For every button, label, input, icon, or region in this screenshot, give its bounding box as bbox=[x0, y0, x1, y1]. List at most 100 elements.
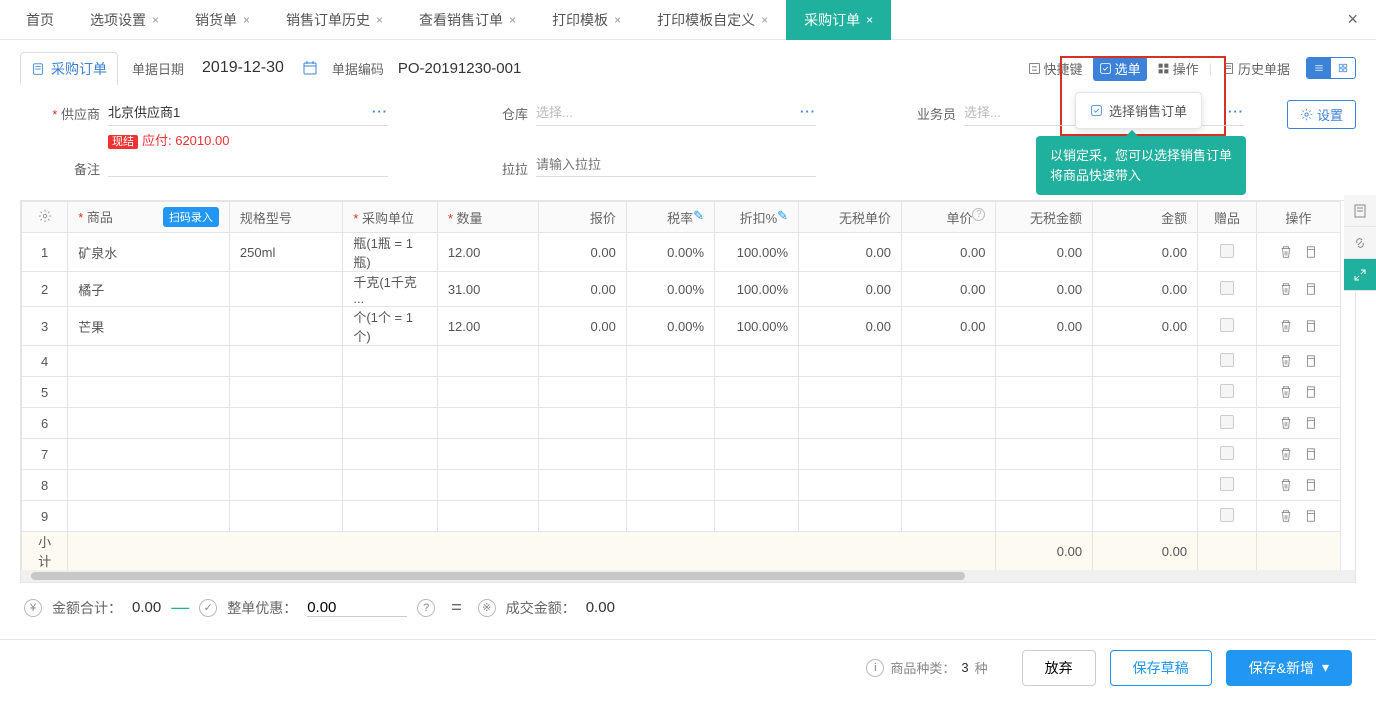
scan-tag[interactable]: 扫码录入 bbox=[163, 207, 219, 227]
settle-badge: 现结 bbox=[108, 135, 138, 149]
close-icon[interactable]: × bbox=[866, 13, 873, 27]
col-op: 操作 bbox=[1256, 202, 1340, 233]
delete-icon[interactable] bbox=[1279, 319, 1293, 333]
delete-icon[interactable] bbox=[1279, 509, 1293, 523]
copy-icon[interactable] bbox=[1303, 354, 1317, 368]
table-row[interactable]: 5 bbox=[22, 377, 1341, 408]
copy-icon[interactable] bbox=[1303, 509, 1317, 523]
side-note-icon[interactable] bbox=[1344, 195, 1376, 227]
copy-icon[interactable] bbox=[1303, 447, 1317, 461]
calendar-icon[interactable] bbox=[302, 60, 318, 76]
edit-icon[interactable]: ✎ bbox=[777, 208, 788, 224]
gift-checkbox[interactable] bbox=[1220, 353, 1234, 367]
gift-checkbox[interactable] bbox=[1220, 477, 1234, 491]
table-row[interactable]: 4 bbox=[22, 346, 1341, 377]
table-row[interactable]: 8 bbox=[22, 470, 1341, 501]
table-row[interactable]: 3芒果个(1个 = 1个)12.000.000.00%100.00%0.000.… bbox=[22, 307, 1341, 346]
gear-header[interactable] bbox=[22, 202, 68, 233]
operation-link[interactable]: 操作 bbox=[1151, 56, 1205, 81]
copy-icon[interactable] bbox=[1303, 385, 1317, 399]
extra-input[interactable] bbox=[536, 155, 816, 177]
side-link-icon[interactable] bbox=[1344, 227, 1376, 259]
date-input[interactable]: 2019-12-30 bbox=[198, 57, 288, 80]
close-icon[interactable]: × bbox=[243, 13, 250, 27]
date-label: 单据日期 bbox=[132, 59, 184, 78]
warehouse-input[interactable]: 选择... ··· bbox=[536, 100, 816, 126]
remark-input[interactable] bbox=[108, 155, 388, 177]
delete-icon[interactable] bbox=[1279, 354, 1293, 368]
gift-checkbox[interactable] bbox=[1220, 384, 1234, 398]
gift-checkbox[interactable] bbox=[1220, 244, 1234, 258]
more-icon[interactable]: ··· bbox=[372, 104, 388, 119]
copy-icon[interactable] bbox=[1303, 282, 1317, 296]
delete-icon[interactable] bbox=[1279, 478, 1293, 492]
col-qty: 数量 bbox=[437, 202, 538, 233]
discount-input[interactable] bbox=[307, 599, 407, 617]
delete-icon[interactable] bbox=[1279, 385, 1293, 399]
more-icon[interactable]: ··· bbox=[800, 104, 816, 119]
copy-icon[interactable] bbox=[1303, 245, 1317, 259]
gift-checkbox[interactable] bbox=[1220, 281, 1234, 295]
gift-checkbox[interactable] bbox=[1220, 508, 1234, 522]
salesman-label: 业务员 bbox=[896, 100, 956, 123]
settings-button[interactable]: 设置 bbox=[1287, 100, 1356, 129]
doc-type-tab[interactable]: 采购订单 bbox=[20, 52, 118, 85]
tab-sales-bill[interactable]: 销货单× bbox=[177, 0, 268, 40]
table-row[interactable]: 9 bbox=[22, 501, 1341, 532]
shortcut-link[interactable]: 快捷键 bbox=[1022, 56, 1089, 81]
table-row[interactable]: 1矿泉水250ml瓶(1瓶 = 1瓶)12.000.000.00%100.00%… bbox=[22, 233, 1341, 272]
col-notax-price: 无税单价 bbox=[799, 202, 902, 233]
side-expand-icon[interactable] bbox=[1344, 259, 1376, 291]
gear-icon bbox=[38, 209, 52, 223]
info-icon[interactable]: ? bbox=[417, 599, 435, 617]
close-all-icon[interactable]: × bbox=[1337, 9, 1368, 30]
tab-view-sales[interactable]: 查看销售订单× bbox=[401, 0, 534, 40]
copy-icon[interactable] bbox=[1303, 416, 1317, 430]
gift-checkbox[interactable] bbox=[1220, 318, 1234, 332]
deal-value: 0.00 bbox=[586, 599, 615, 616]
chevron-down-icon[interactable]: ▾ bbox=[1322, 659, 1329, 676]
select-order-link[interactable]: 选单 bbox=[1093, 56, 1147, 81]
tab-purchase-order[interactable]: 采购订单× bbox=[786, 0, 891, 40]
table-row[interactable]: 2橘子千克(1千克 ...31.000.000.00%100.00%0.000.… bbox=[22, 272, 1341, 307]
close-icon[interactable]: × bbox=[614, 13, 621, 27]
table-row[interactable]: 6 bbox=[22, 408, 1341, 439]
tab-print-tpl[interactable]: 打印模板× bbox=[534, 0, 639, 40]
edit-icon[interactable]: ✎ bbox=[693, 208, 704, 224]
table-row[interactable]: 7 bbox=[22, 439, 1341, 470]
tab-sales-history[interactable]: 销售订单历史× bbox=[268, 0, 401, 40]
save-draft-button[interactable]: 保存草稿 bbox=[1110, 650, 1212, 686]
delete-icon[interactable] bbox=[1279, 282, 1293, 296]
horizontal-scrollbar[interactable] bbox=[21, 570, 1355, 582]
tab-print-tpl-custom[interactable]: 打印模板自定义× bbox=[639, 0, 786, 40]
close-icon[interactable]: × bbox=[509, 13, 516, 27]
tab-home[interactable]: 首页 bbox=[8, 0, 72, 40]
delete-icon[interactable] bbox=[1279, 447, 1293, 461]
history-link[interactable]: 历史单据 bbox=[1216, 56, 1296, 81]
supplier-input[interactable]: 北京供应商1 ··· bbox=[108, 100, 388, 126]
select-order-dropdown[interactable]: 选择销售订单 bbox=[1075, 92, 1202, 129]
document-icon bbox=[31, 62, 45, 76]
view-grid-icon[interactable] bbox=[1331, 58, 1355, 78]
close-icon[interactable]: × bbox=[152, 13, 159, 27]
copy-icon[interactable] bbox=[1303, 319, 1317, 333]
gift-checkbox[interactable] bbox=[1220, 415, 1234, 429]
info-icon[interactable]: ? bbox=[972, 208, 985, 221]
copy-icon[interactable] bbox=[1303, 478, 1317, 492]
kind-value: 3 bbox=[961, 660, 968, 675]
close-icon[interactable]: × bbox=[376, 13, 383, 27]
more-icon[interactable]: ··· bbox=[1228, 104, 1244, 119]
close-icon[interactable]: × bbox=[761, 13, 768, 27]
view-list-icon[interactable] bbox=[1307, 58, 1331, 78]
tab-options[interactable]: 选项设置× bbox=[72, 0, 177, 40]
save-new-button[interactable]: 保存&新增▾ bbox=[1226, 650, 1352, 686]
deal-icon: ※ bbox=[478, 599, 496, 617]
col-spec: 规格型号 bbox=[229, 202, 342, 233]
view-toggle[interactable] bbox=[1306, 57, 1356, 79]
delete-icon[interactable] bbox=[1279, 245, 1293, 259]
subtotal-label: 小计 bbox=[22, 532, 68, 571]
col-quote: 报价 bbox=[538, 202, 626, 233]
discard-button[interactable]: 放弃 bbox=[1022, 650, 1096, 686]
gift-checkbox[interactable] bbox=[1220, 446, 1234, 460]
delete-icon[interactable] bbox=[1279, 416, 1293, 430]
